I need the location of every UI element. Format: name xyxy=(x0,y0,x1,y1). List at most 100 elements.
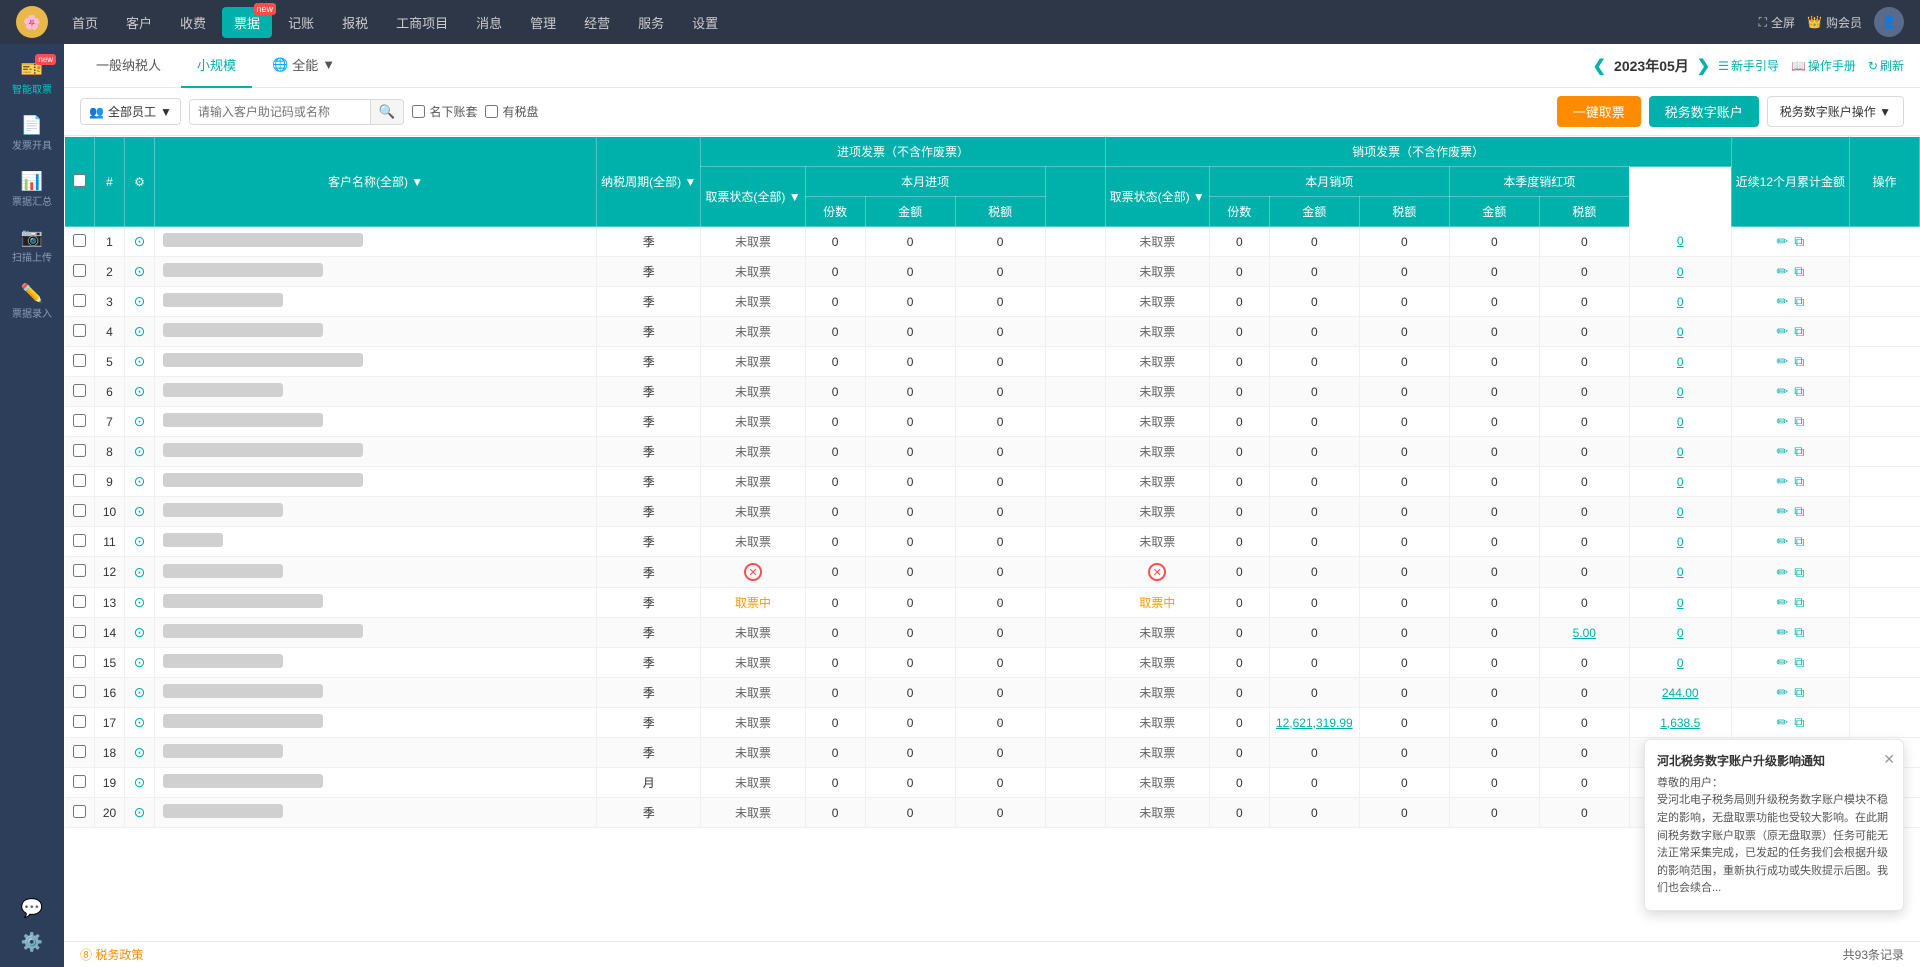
manual-btn[interactable]: 📖 操作手册 xyxy=(1791,57,1856,74)
copy-icon[interactable]: ⧉ xyxy=(1794,233,1804,250)
sidebar-item-invoice-summary[interactable]: 📊 票据汇总 xyxy=(4,164,60,216)
cumul-zero-link[interactable]: 0 xyxy=(1677,505,1684,519)
row-setting-icon[interactable]: ⊙ xyxy=(134,383,146,399)
edit-icon[interactable]: ✏ xyxy=(1776,624,1788,641)
cumul-zero-link[interactable]: 0 xyxy=(1677,295,1684,309)
period-next-btn[interactable]: ❯ xyxy=(1697,56,1710,76)
copy-icon[interactable]: ⧉ xyxy=(1794,443,1804,460)
edit-icon[interactable]: ✏ xyxy=(1776,654,1788,671)
row-setting-icon[interactable]: ⊙ xyxy=(134,413,146,429)
period-prev-btn[interactable]: ❮ xyxy=(1593,56,1606,76)
edit-icon[interactable]: ✏ xyxy=(1776,413,1788,430)
copy-icon[interactable]: ⧉ xyxy=(1794,654,1804,671)
nav-home[interactable]: 首页 xyxy=(60,7,110,38)
edit-icon[interactable]: ✏ xyxy=(1776,263,1788,280)
row-checkbox[interactable] xyxy=(73,715,86,728)
row-checkbox[interactable] xyxy=(73,534,86,547)
row-setting-icon[interactable]: ⊙ xyxy=(134,263,146,279)
notification-close-btn[interactable]: ✕ xyxy=(1883,748,1895,770)
copy-icon[interactable]: ⧉ xyxy=(1794,503,1804,520)
row-setting-icon[interactable]: ⊙ xyxy=(134,293,146,309)
new-guide-btn[interactable]: ☰ 新手引导 xyxy=(1718,57,1779,74)
nav-tax[interactable]: 报税 xyxy=(330,7,380,38)
cumul-link[interactable]: 244.00 xyxy=(1662,686,1699,700)
row-setting-icon[interactable]: ⊙ xyxy=(134,714,146,730)
edit-icon[interactable]: ✏ xyxy=(1776,383,1788,400)
cumul-zero-link[interactable]: 0 xyxy=(1677,535,1684,549)
row-setting-icon[interactable]: ⊙ xyxy=(134,443,146,459)
has-tax-disk-checkbox-input[interactable] xyxy=(485,105,498,118)
row-setting-icon[interactable]: ⊙ xyxy=(134,564,146,580)
nav-service[interactable]: 服务 xyxy=(626,7,676,38)
copy-icon[interactable]: ⧉ xyxy=(1794,323,1804,340)
cumul-zero-link[interactable]: 0 xyxy=(1677,325,1684,339)
row-setting-icon[interactable]: ⊙ xyxy=(134,804,146,820)
sidebar-item-messages[interactable]: 💬 xyxy=(4,891,60,925)
cumul-zero-link[interactable]: 0 xyxy=(1677,265,1684,279)
copy-icon[interactable]: ⧉ xyxy=(1794,383,1804,400)
row-checkbox[interactable] xyxy=(73,474,86,487)
cumul-zero-link[interactable]: 0 xyxy=(1677,415,1684,429)
nav-business[interactable]: 工商项目 xyxy=(384,7,460,38)
row-setting-icon[interactable]: ⊙ xyxy=(134,473,146,489)
edit-icon[interactable]: ✏ xyxy=(1776,353,1788,370)
row-checkbox[interactable] xyxy=(73,504,86,517)
row-checkbox[interactable] xyxy=(73,444,86,457)
cumul-zero-link[interactable]: 0 xyxy=(1677,656,1684,670)
row-setting-icon[interactable]: ⊙ xyxy=(134,503,146,519)
cumul-zero-link[interactable]: 0 xyxy=(1677,355,1684,369)
row-checkbox[interactable] xyxy=(73,625,86,638)
edit-icon[interactable]: ✏ xyxy=(1776,473,1788,490)
cumul-zero-link[interactable]: 0 xyxy=(1677,475,1684,489)
row-checkbox[interactable] xyxy=(73,294,86,307)
row-checkbox[interactable] xyxy=(73,414,86,427)
copy-icon[interactable]: ⧉ xyxy=(1794,684,1804,701)
nav-management[interactable]: 管理 xyxy=(518,7,568,38)
copy-icon[interactable]: ⧉ xyxy=(1794,714,1804,731)
edit-icon[interactable]: ✏ xyxy=(1776,323,1788,340)
nav-billing[interactable]: 收费 xyxy=(168,7,218,38)
row-setting-icon[interactable]: ⊙ xyxy=(134,684,146,700)
copy-icon[interactable]: ⧉ xyxy=(1794,353,1804,370)
copy-icon[interactable]: ⧉ xyxy=(1794,594,1804,611)
cumul-zero-link[interactable]: 0 xyxy=(1677,565,1684,579)
row-checkbox[interactable] xyxy=(73,745,86,758)
copy-icon[interactable]: ⧉ xyxy=(1794,564,1804,581)
edit-icon[interactable]: ✏ xyxy=(1776,533,1788,550)
row-checkbox[interactable] xyxy=(73,685,86,698)
edit-icon[interactable]: ✏ xyxy=(1776,503,1788,520)
row-checkbox[interactable] xyxy=(73,655,86,668)
row-checkbox[interactable] xyxy=(73,354,86,367)
edit-icon[interactable]: ✏ xyxy=(1776,293,1788,310)
cumul-zero-link[interactable]: 0 xyxy=(1677,445,1684,459)
cumul-zero-link[interactable]: 0 xyxy=(1677,385,1684,399)
nav-invoice[interactable]: 票据 new xyxy=(222,7,272,38)
tab-general-taxpayer[interactable]: 一般纳税人 xyxy=(80,44,177,88)
row-setting-icon[interactable]: ⊙ xyxy=(134,654,146,670)
row-checkbox[interactable] xyxy=(73,805,86,818)
one-click-ticket-btn[interactable]: 一键取票 xyxy=(1557,96,1641,127)
nav-bookkeeping[interactable]: 记账 xyxy=(276,7,326,38)
refresh-btn[interactable]: ↻ 刷新 xyxy=(1868,57,1904,74)
nav-message[interactable]: 消息 xyxy=(464,7,514,38)
search-input[interactable] xyxy=(190,101,370,123)
red-tax-link[interactable]: 5.00 xyxy=(1573,626,1596,640)
edit-icon[interactable]: ✏ xyxy=(1776,564,1788,581)
fullscreen-btn[interactable]: ⛶ 全屏 xyxy=(1759,14,1795,31)
cumul-zero-link[interactable]: 0 xyxy=(1677,626,1684,640)
row-checkbox[interactable] xyxy=(73,564,86,577)
copy-icon[interactable]: ⧉ xyxy=(1794,624,1804,641)
copy-icon[interactable]: ⧉ xyxy=(1794,533,1804,550)
row-setting-icon[interactable]: ⊙ xyxy=(134,233,146,249)
app-logo[interactable]: 🌸 xyxy=(16,6,48,38)
row-checkbox[interactable] xyxy=(73,595,86,608)
has-tax-disk-checkbox[interactable]: 有税盘 xyxy=(485,103,538,120)
row-checkbox[interactable] xyxy=(73,234,86,247)
copy-icon[interactable]: ⧉ xyxy=(1794,293,1804,310)
row-setting-icon[interactable]: ⊙ xyxy=(134,533,146,549)
sidebar-item-invoice-open[interactable]: 📄 发票开具 xyxy=(4,108,60,160)
tab-all[interactable]: 🌐 全能 ▼ xyxy=(256,44,351,88)
search-button[interactable]: 🔍 xyxy=(370,100,404,124)
row-setting-icon[interactable]: ⊙ xyxy=(134,744,146,760)
row-setting-icon[interactable]: ⊙ xyxy=(134,624,146,640)
